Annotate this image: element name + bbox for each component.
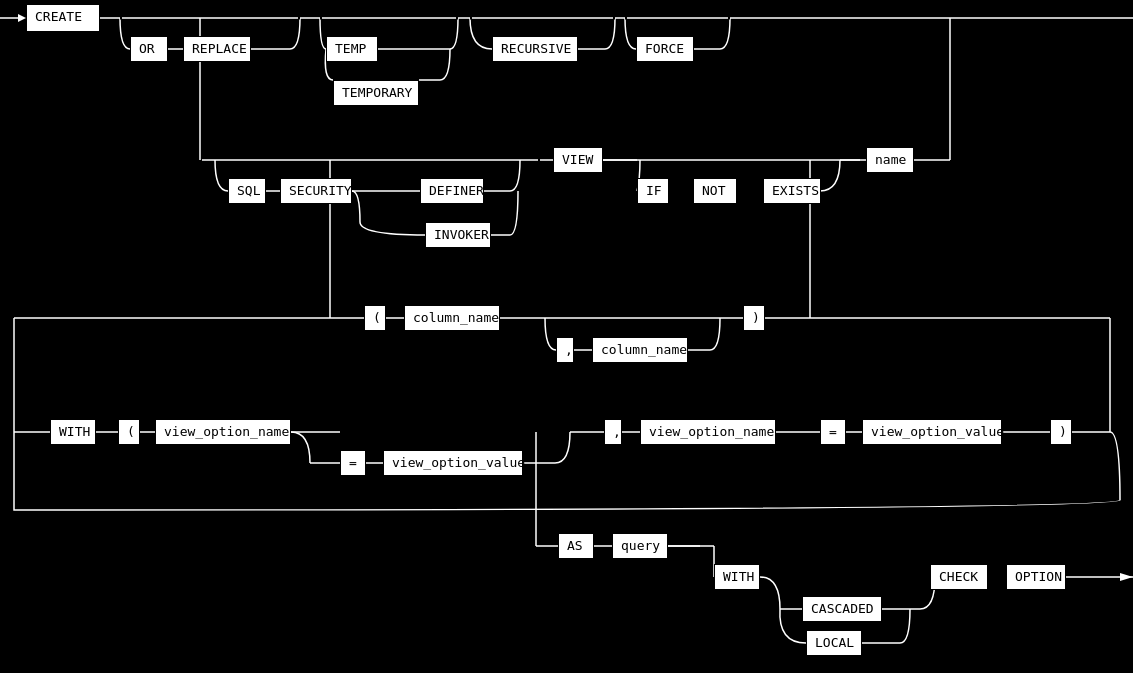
force-box: FORCE [636, 36, 694, 62]
query-box: query [612, 533, 668, 559]
syntax-diagram: CREATE OR REPLACE TEMP RECURSIVE FORCE T… [0, 0, 1133, 673]
svg-marker-64 [1120, 573, 1133, 581]
comma1-box: , [556, 337, 574, 363]
exists-box: EXISTS [763, 178, 821, 204]
rparen2-box: ) [1050, 419, 1072, 445]
von2-box: view_option_name [640, 419, 776, 445]
local-box: LOCAL [806, 630, 862, 656]
if-box: IF [637, 178, 669, 204]
with1-box: WITH [50, 419, 96, 445]
col2-box: column_name [592, 337, 688, 363]
sql-box: SQL [228, 178, 266, 204]
check-box: CHECK [930, 564, 988, 590]
recursive-box: RECURSIVE [492, 36, 578, 62]
eq1-box: = [340, 450, 366, 476]
von1-box: view_option_name [155, 419, 291, 445]
replace-box: REPLACE [183, 36, 251, 62]
invoker-box: INVOKER [425, 222, 491, 248]
temporary-box: TEMPORARY [333, 80, 419, 106]
not-box: NOT [693, 178, 737, 204]
temp-box: TEMP [326, 36, 378, 62]
rparen1-box: ) [743, 305, 765, 331]
name-box: name [866, 147, 914, 173]
view-box: VIEW [553, 147, 603, 173]
with2-box: WITH [714, 564, 760, 590]
as-box: AS [558, 533, 594, 559]
option-box: OPTION [1006, 564, 1066, 590]
lparen1-box: ( [364, 305, 386, 331]
eq2-box: = [820, 419, 846, 445]
vov2-box: view_option_value [862, 419, 1002, 445]
create-box: CREATE [26, 4, 100, 32]
definer-box: DEFINER [420, 178, 484, 204]
vov1-box: view_option_value [383, 450, 523, 476]
svg-marker-1 [18, 14, 26, 22]
comma2-box: , [604, 419, 622, 445]
or-box: OR [130, 36, 168, 62]
cascaded-box: CASCADED [802, 596, 882, 622]
lparen2-box: ( [118, 419, 140, 445]
col1-box: column_name [404, 305, 500, 331]
security-box: SECURITY [280, 178, 352, 204]
